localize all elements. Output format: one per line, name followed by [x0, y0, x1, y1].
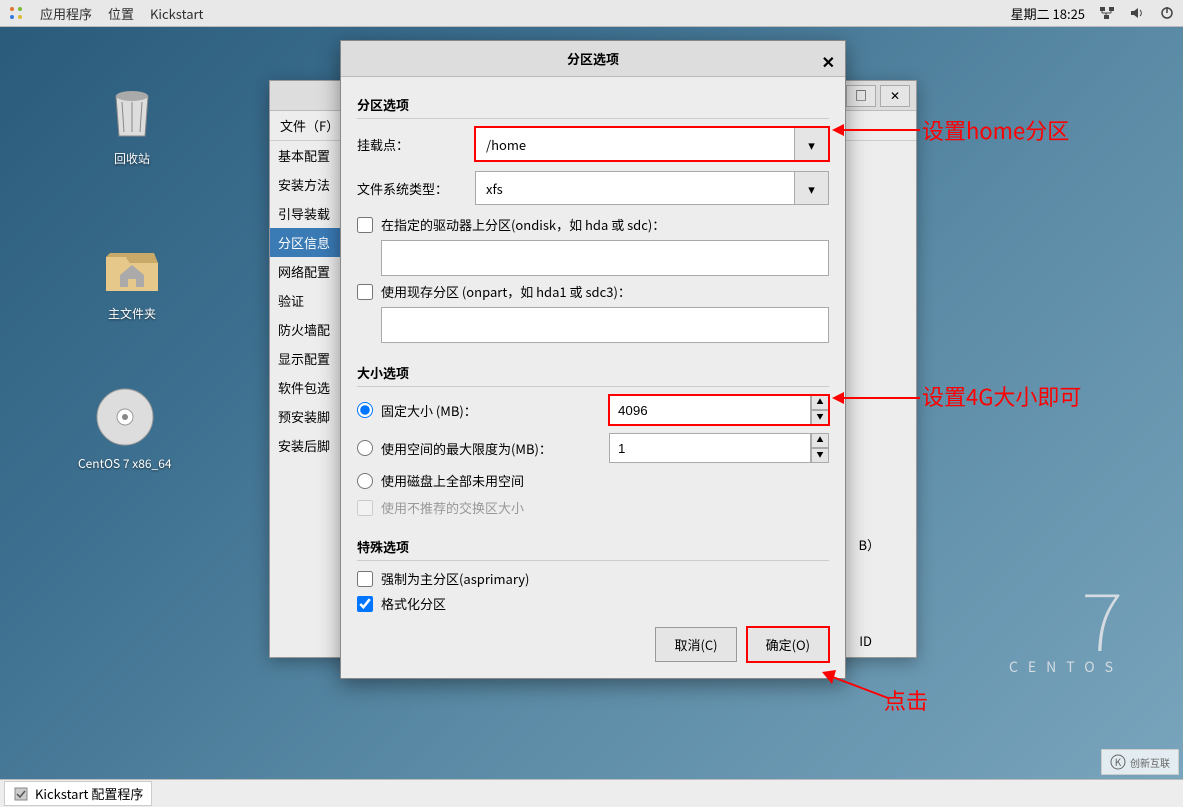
- network-icon[interactable]: [1099, 5, 1115, 21]
- desktop-home-label: 主文件夹: [100, 305, 164, 322]
- annotation-click: 点击: [884, 684, 928, 716]
- power-icon[interactable]: [1159, 5, 1175, 21]
- centos-brand: 7 CENTOS: [1009, 577, 1123, 677]
- taskbar-item-label: Kickstart 配置程序: [35, 784, 143, 803]
- menu-applications[interactable]: 应用程序: [40, 4, 92, 23]
- fs-dropdown-icon[interactable]: ▾: [795, 171, 829, 205]
- sidebar-item-7[interactable]: 显示配置: [270, 344, 344, 373]
- sidebar-item-6[interactable]: 防火墙配: [270, 315, 344, 344]
- spin-down-icon-2[interactable]: ▼: [811, 448, 829, 463]
- maxsize-radio[interactable]: [357, 440, 373, 456]
- ondisk-input[interactable]: [381, 240, 829, 276]
- spin-up-icon-2[interactable]: ▲: [811, 433, 829, 448]
- desktop-cd[interactable]: CentOS 7 x86_64: [78, 385, 172, 472]
- desktop-cd-label: CentOS 7 x86_64: [78, 455, 172, 472]
- onpart-label: 使用现存分区 (onpart，如 hda1 或 sdc3)：: [381, 282, 631, 301]
- desktop-trash-label: 回收站: [100, 150, 164, 167]
- onpart-checkbox[interactable]: [357, 284, 373, 300]
- sidebar-item-8[interactable]: 软件包选: [270, 373, 344, 402]
- onpart-input[interactable]: [381, 307, 829, 343]
- bg-partial-id: ID: [859, 631, 872, 650]
- mount-value[interactable]: /home: [475, 127, 795, 161]
- ok-button[interactable]: 确定(O): [747, 627, 829, 662]
- maximize-button[interactable]: □: [846, 85, 876, 107]
- sidebar-item-10[interactable]: 安装后脚: [270, 431, 344, 460]
- format-checkbox[interactable]: [357, 596, 373, 612]
- sidebar-item-4[interactable]: 网络配置: [270, 257, 344, 286]
- fill-label: 使用磁盘上全部未用空间: [381, 471, 524, 490]
- sidebar-item-5[interactable]: 验证: [270, 286, 344, 315]
- dialog-close-icon[interactable]: ✕: [822, 49, 835, 73]
- annotation-home: 设置home分区: [922, 114, 1069, 146]
- asprimary-checkbox[interactable]: [357, 571, 373, 587]
- app-launcher-icon[interactable]: [8, 5, 24, 21]
- maxsize-input[interactable]: [609, 433, 811, 463]
- taskbar-item[interactable]: Kickstart 配置程序: [4, 781, 152, 806]
- fixed-size-input[interactable]: [609, 395, 811, 425]
- fs-label: 文件系统类型：: [357, 179, 467, 198]
- dialog-title: 分区选项: [567, 49, 619, 68]
- section-size: 大小选项: [357, 355, 829, 387]
- fs-combo[interactable]: xfs ▾: [475, 171, 829, 205]
- bg-partial-text: B）: [858, 535, 880, 554]
- fill-radio[interactable]: [357, 473, 373, 489]
- format-label: 格式化分区: [381, 594, 446, 613]
- maxsize-label: 使用空间的最大限度为(MB)：: [381, 439, 552, 458]
- desktop-home[interactable]: 主文件夹: [100, 235, 164, 322]
- close-button[interactable]: ✕: [880, 85, 910, 107]
- sidebar-item-3[interactable]: 分区信息: [270, 228, 344, 257]
- fixed-label: 固定大小 (MB)：: [381, 401, 477, 420]
- recommended-label: 使用不推荐的交换区大小: [381, 498, 524, 517]
- file-menu[interactable]: 文件（F）: [280, 116, 339, 135]
- clock[interactable]: 星期二 18:25: [1011, 4, 1085, 23]
- config-sidebar: 基本配置 安装方法 引导装载 分区信息 网络配置 验证 防火墙配 显示配置 软件…: [270, 141, 344, 657]
- asprimary-label: 强制为主分区(asprimary): [381, 569, 529, 588]
- menu-app[interactable]: Kickstart: [150, 4, 203, 23]
- volume-icon[interactable]: [1129, 5, 1145, 21]
- annotation-size: 设置4G大小即可: [922, 380, 1081, 412]
- spin-down-icon[interactable]: ▼: [811, 410, 829, 425]
- fs-value[interactable]: xfs: [475, 171, 795, 205]
- spin-up-icon[interactable]: ▲: [811, 395, 829, 410]
- sidebar-item-9[interactable]: 预安装脚: [270, 402, 344, 431]
- mount-dropdown-icon[interactable]: ▾: [795, 127, 829, 161]
- partition-options-dialog: 分区选项 ✕ 分区选项 挂载点： /home ▾ 文件系统类型： xfs ▾ 在…: [340, 40, 846, 679]
- taskbar: Kickstart 配置程序: [0, 779, 1183, 807]
- mount-combo[interactable]: /home ▾: [475, 127, 829, 161]
- sidebar-item-0[interactable]: 基本配置: [270, 141, 344, 170]
- section-special: 特殊选项: [357, 529, 829, 561]
- sidebar-item-1[interactable]: 安装方法: [270, 170, 344, 199]
- top-panel: 应用程序 位置 Kickstart 星期二 18:25: [0, 0, 1183, 27]
- ondisk-checkbox[interactable]: [357, 217, 373, 233]
- svg-text:K: K: [1115, 754, 1122, 769]
- menu-places[interactable]: 位置: [108, 4, 134, 23]
- desktop-trash[interactable]: 回收站: [100, 80, 164, 167]
- cancel-button[interactable]: 取消(C): [655, 627, 736, 662]
- mount-label: 挂载点：: [357, 135, 467, 154]
- section-partition: 分区选项: [357, 87, 829, 119]
- watermark: K 创新互联: [1101, 749, 1179, 775]
- fixed-radio[interactable]: [357, 402, 373, 418]
- recommended-checkbox: [357, 500, 373, 516]
- ondisk-label: 在指定的驱动器上分区(ondisk，如 hda 或 sdc)：: [381, 215, 665, 234]
- sidebar-item-2[interactable]: 引导装载: [270, 199, 344, 228]
